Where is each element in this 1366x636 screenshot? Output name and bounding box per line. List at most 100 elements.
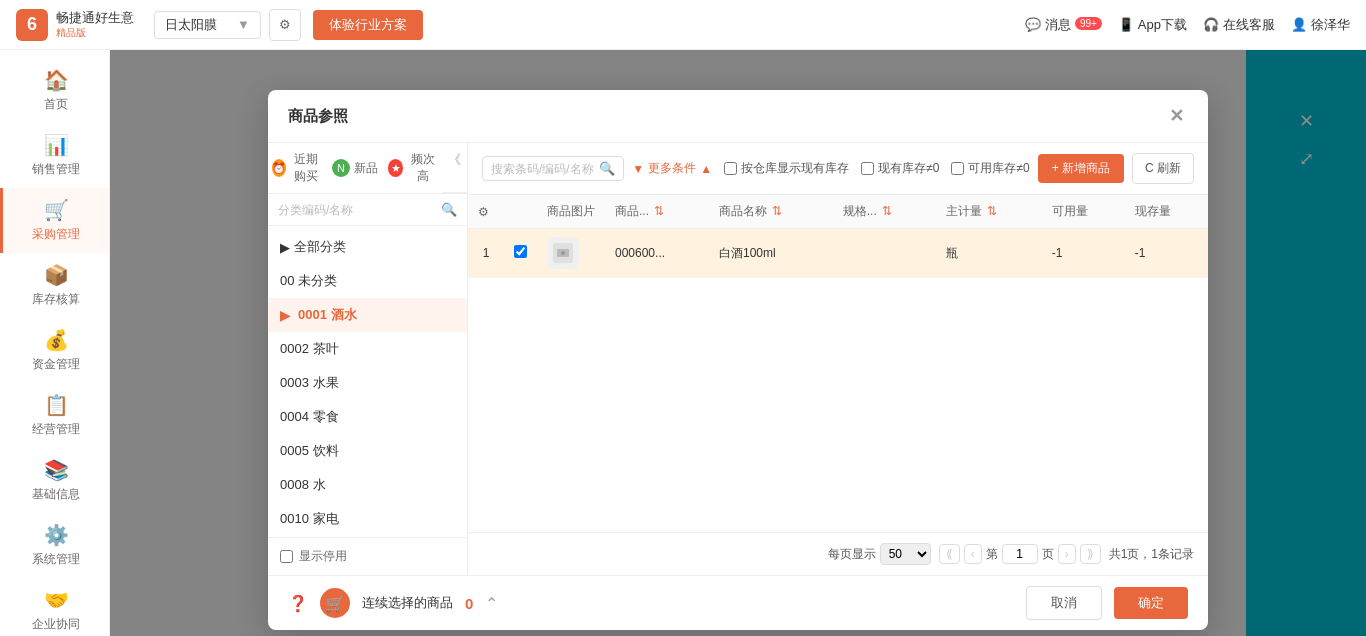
col-unit[interactable]: 主计量 ⇅ xyxy=(936,195,1042,229)
per-page-select: 每页显示 50 100 200 xyxy=(828,543,931,565)
row-spec xyxy=(833,229,936,278)
show-disabled-checkbox[interactable] xyxy=(280,550,293,563)
page-first-button[interactable]: ⟪ xyxy=(939,544,960,564)
add-product-button[interactable]: + 新增商品 xyxy=(1038,154,1124,183)
sidebar-item-finance[interactable]: 💰 资金管理 xyxy=(0,318,109,383)
filter-label: 更多条件 xyxy=(648,160,696,177)
row-check[interactable] xyxy=(504,229,537,278)
product-reference-modal: 商品参照 ✕ ⏰ 近期购买 N 新品 xyxy=(268,90,1208,630)
page-suffix: 页 xyxy=(1042,546,1054,563)
page-last-button[interactable]: ⟫ xyxy=(1080,544,1101,564)
modal-close-button[interactable]: ✕ xyxy=(1164,104,1188,128)
sidebar-label-system: 系统管理 xyxy=(32,551,80,568)
message-badge: 99 xyxy=(1075,17,1102,30)
sidebar-item-sales[interactable]: 📊 销售管理 xyxy=(0,123,109,188)
category-item-fruit[interactable]: 0003 水果 xyxy=(268,366,467,400)
product-table: ⚙ 商品图片 商品... ⇅ 商品名称 xyxy=(468,195,1208,278)
all-category-arrow: ▶ xyxy=(280,240,290,255)
col-image: 商品图片 xyxy=(537,195,605,229)
tab-frequent[interactable]: ★ 频次高 xyxy=(384,143,442,193)
row-image xyxy=(537,229,605,278)
category-item-appliances[interactable]: 0010 家电 xyxy=(268,502,467,536)
sidebar-label-inventory: 库存核算 xyxy=(32,291,80,308)
confirm-button[interactable]: 确定 xyxy=(1114,587,1188,619)
nav-dropdown[interactable]: 日太阳膜 ▼ xyxy=(154,11,261,39)
page-next-button[interactable]: › xyxy=(1058,544,1076,564)
filter-option-1[interactable]: 按仓库显示现有库存 xyxy=(724,160,849,177)
category-item-all[interactable]: ▶ 全部分类 xyxy=(268,230,467,264)
show-disabled-label: 显示停用 xyxy=(299,548,347,565)
filter-checkbox-1[interactable] xyxy=(724,162,737,175)
app-download-icon: 📱 xyxy=(1118,17,1134,32)
table-row[interactable]: 1 xyxy=(468,229,1208,278)
filter-button[interactable]: ▼ 更多条件 ▲ xyxy=(632,160,712,177)
sidebar-item-enterprise[interactable]: 🤝 企业协同 xyxy=(0,578,109,636)
page-input[interactable] xyxy=(1002,544,1038,564)
col-code[interactable]: 商品... ⇅ xyxy=(605,195,709,229)
sort-icon-code: ⇅ xyxy=(654,204,664,218)
top-nav: 6 畅捷通好生意 精品版 日太阳膜 ▼ ⚙ 体验行业方案 💬 消息 99 📱 A… xyxy=(0,0,1366,50)
category-item-uncategorized[interactable]: 00 未分类 xyxy=(268,264,467,298)
nav-messages[interactable]: 💬 消息 99 xyxy=(1025,16,1102,34)
sidebar-item-operations[interactable]: 📋 经营管理 xyxy=(0,383,109,448)
category-item-snacks[interactable]: 0004 零食 xyxy=(268,400,467,434)
inventory-icon: 📦 xyxy=(44,263,69,287)
row-available: -1 xyxy=(1042,229,1125,278)
cancel-button[interactable]: 取消 xyxy=(1026,586,1102,620)
product-search-input[interactable] xyxy=(491,162,593,176)
page-prev-button[interactable]: ‹ xyxy=(964,544,982,564)
cart-label: 连续选择的商品 xyxy=(362,594,453,612)
col-settings[interactable]: ⚙ xyxy=(468,195,504,229)
filter-checkbox-2[interactable] xyxy=(861,162,874,175)
refresh-button[interactable]: C 刷新 xyxy=(1132,153,1194,184)
cart-icon[interactable]: 🛒 xyxy=(320,588,350,618)
filter-option-3[interactable]: 可用库存≠0 xyxy=(951,160,1029,177)
recent-icon: ⏰ xyxy=(272,159,286,177)
filter-checkbox-3[interactable] xyxy=(951,162,964,175)
industry-solution-button[interactable]: 体验行业方案 xyxy=(313,10,423,40)
logo-text: 畅捷通好生意 精品版 xyxy=(56,10,134,40)
tab-new-products[interactable]: N 新品 xyxy=(326,143,384,193)
sidebar-item-purchase[interactable]: 🛒 采购管理 xyxy=(0,188,109,253)
system-icon: ⚙️ xyxy=(44,523,69,547)
category-footer: 显示停用 xyxy=(268,537,467,575)
row-code: 000600... xyxy=(605,229,709,278)
sidebar-item-inventory[interactable]: 📦 库存核算 xyxy=(0,253,109,318)
nav-online-service[interactable]: 🎧 在线客服 xyxy=(1203,16,1275,34)
new-icon: N xyxy=(332,159,350,177)
category-item-alcohol[interactable]: ▶ 0001 酒水 xyxy=(268,298,467,332)
col-name-label: 商品名称 xyxy=(719,204,767,218)
message-icon: 💬 xyxy=(1025,17,1041,32)
sidebar-item-system[interactable]: ⚙️ 系统管理 xyxy=(0,513,109,578)
col-name[interactable]: 商品名称 ⇅ xyxy=(709,195,833,229)
total-info: 共1页，1条记录 xyxy=(1109,546,1194,563)
category-item-tea[interactable]: 0002 茶叶 xyxy=(268,332,467,366)
filter-option-2-label: 现有库存≠0 xyxy=(878,160,939,177)
product-toolbar: 🔍 ▼ 更多条件 ▲ 按仓库显示现有库存 xyxy=(468,143,1208,195)
category-search-icon[interactable]: 🔍 xyxy=(441,202,457,217)
nav-app-download[interactable]: 📱 App下载 xyxy=(1118,16,1187,34)
per-page-dropdown[interactable]: 50 100 200 xyxy=(880,543,931,565)
collapse-category-button[interactable]: 《 xyxy=(442,143,467,193)
filter-option-2[interactable]: 现有库存≠0 xyxy=(861,160,939,177)
help-icon[interactable]: ❓ xyxy=(288,594,308,613)
row-unit: 瓶 xyxy=(936,229,1042,278)
sidebar-item-basic-info[interactable]: 📚 基础信息 xyxy=(0,448,109,513)
nav-gear-button[interactable]: ⚙ xyxy=(269,9,301,41)
row-name: 白酒100ml xyxy=(709,229,833,278)
category-item-water[interactable]: 0008 水 xyxy=(268,468,467,502)
collapse-icon[interactable]: ⌃ xyxy=(485,594,498,613)
nav-user[interactable]: 👤 徐泽华 xyxy=(1291,16,1350,34)
row-checkbox[interactable] xyxy=(514,245,527,258)
tab-recent-purchase[interactable]: ⏰ 近期购买 xyxy=(268,143,326,193)
col-spec[interactable]: 规格... ⇅ xyxy=(833,195,936,229)
category-search-input[interactable] xyxy=(278,203,435,217)
row-stock: -1 xyxy=(1125,229,1208,278)
category-item-beverages[interactable]: 0005 饮料 xyxy=(268,434,467,468)
sidebar-item-home[interactable]: 🏠 首页 xyxy=(0,58,109,123)
user-avatar-icon: 👤 xyxy=(1291,17,1307,32)
product-search-icon[interactable]: 🔍 xyxy=(599,161,615,176)
per-page-label: 每页显示 xyxy=(828,546,876,563)
modal-footer: ❓ 🛒 连续选择的商品 0 ⌃ 取消 确定 xyxy=(268,575,1208,630)
category-list: ▶ 全部分类 00 未分类 ▶ 0001 酒水 0002 茶 xyxy=(268,226,467,537)
